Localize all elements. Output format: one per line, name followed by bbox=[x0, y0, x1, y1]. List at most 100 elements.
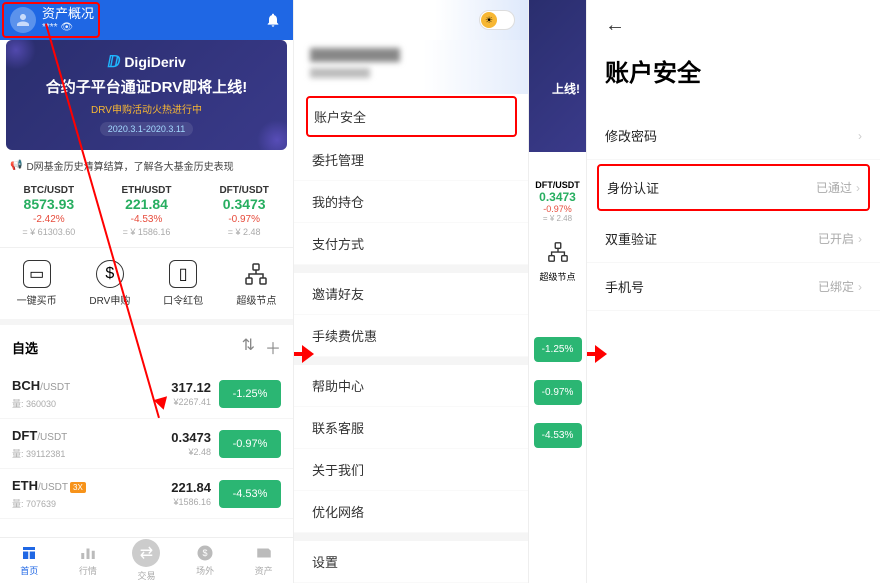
masked-username bbox=[310, 48, 400, 62]
tab-home[interactable]: 首页 bbox=[0, 538, 59, 583]
tab-trade[interactable]: ⇄ 交易 bbox=[117, 538, 176, 583]
action-node[interactable]: 超级节点 bbox=[220, 260, 293, 307]
tab-label: 场外 bbox=[196, 564, 214, 577]
tab-market[interactable]: 行情 bbox=[59, 538, 118, 583]
home-icon bbox=[20, 544, 38, 562]
ticker-fiat: = ¥ 61303.60 bbox=[0, 227, 98, 237]
bell-icon[interactable] bbox=[265, 12, 281, 33]
coin-row[interactable]: DFT/USDT 量: 39112381 0.3473 ¥2.48 -0.97% bbox=[0, 419, 293, 469]
drawer-user-info[interactable] bbox=[294, 40, 529, 94]
action-buy[interactable]: ▭ 一键买币 bbox=[0, 260, 73, 307]
page-title: 账户安全 bbox=[587, 43, 880, 112]
item-status: 已开启 bbox=[818, 230, 854, 247]
sort-icon[interactable]: ⇅ bbox=[242, 335, 255, 359]
add-icon[interactable]: ＋ bbox=[265, 335, 281, 359]
menu-payment[interactable]: 支付方式 bbox=[294, 223, 529, 265]
coin-row[interactable]: ETH/USDT3X 量: 707639 221.84 ¥1586.16 -4.… bbox=[0, 469, 293, 519]
menu-fee-discount[interactable]: 手续费优惠 bbox=[294, 315, 529, 357]
coin-volume: 量: 39112381 bbox=[12, 447, 131, 460]
coin-fiat: ¥2.48 bbox=[131, 447, 211, 457]
leverage-tag: 3X bbox=[70, 482, 86, 493]
ticker-price: 221.84 bbox=[98, 196, 196, 212]
dollar-circle-icon: $ bbox=[196, 544, 214, 562]
nav-bar: ← bbox=[587, 0, 880, 43]
background-peek: 上线! DFT/USDT 0.3473 -0.97% = ¥ 2.48 超级节点… bbox=[528, 0, 586, 583]
screen-account-security: ← 账户安全 修改密码 › 身份认证 已通过 › 双重验证 已开启 › 手机号 … bbox=[587, 0, 880, 583]
item-status: 已通过 bbox=[816, 179, 852, 196]
screen-drawer: ☀ 账户安全 委托管理 我的持仓 支付方式 邀请好友 手续费优惠 帮助中心 联系… bbox=[294, 0, 587, 583]
peek-banner-text: 上线! bbox=[552, 80, 580, 97]
exchange-icon: ⇄ bbox=[132, 539, 160, 567]
ticker-pair: ETH/USDT bbox=[98, 185, 196, 196]
nodes-icon bbox=[547, 241, 569, 263]
coin-name: DFT bbox=[12, 428, 37, 443]
menu-about[interactable]: 关于我们 bbox=[294, 449, 529, 491]
notice-bar[interactable]: D网基金历史清算结算，了解各大基金历史表现 bbox=[0, 150, 293, 181]
wallet-icon bbox=[255, 544, 273, 562]
back-icon[interactable]: ← bbox=[605, 14, 625, 36]
peek-badge: -0.97% bbox=[534, 380, 582, 405]
menu-account-security[interactable]: 账户安全 bbox=[306, 96, 517, 137]
coin-fiat: ¥2267.41 bbox=[131, 397, 211, 407]
change-badge: -4.53% bbox=[219, 480, 281, 508]
watchlist-header: 自选 ⇅ ＋ bbox=[0, 325, 293, 369]
peek-pair: DFT/USDT bbox=[529, 180, 586, 190]
change-badge: -0.97% bbox=[219, 430, 281, 458]
item-phone[interactable]: 手机号 已绑定 › bbox=[587, 263, 880, 311]
coin-volume: 量: 360030 bbox=[12, 397, 131, 410]
coin-pair: /USDT bbox=[38, 482, 68, 493]
item-label: 手机号 bbox=[605, 277, 818, 296]
ticker-change: -2.42% bbox=[0, 214, 98, 225]
chevron-right-icon: › bbox=[858, 232, 862, 246]
promo-banner[interactable]: ⅅDigiDeriv 合约子平台通证DRV即将上线! DRV申购活动火热进行中 … bbox=[6, 40, 287, 150]
banner-logo-text: DigiDeriv bbox=[124, 54, 185, 70]
drawer-header: ☀ bbox=[294, 0, 529, 40]
banner-headline: 合约子平台通证DRV即将上线! bbox=[6, 76, 287, 97]
theme-toggle[interactable]: ☀ bbox=[479, 10, 515, 30]
menu-settings[interactable]: 设置 bbox=[294, 541, 529, 583]
menu-holdings[interactable]: 我的持仓 bbox=[294, 181, 529, 223]
item-change-password[interactable]: 修改密码 › bbox=[587, 112, 880, 160]
phone-icon: ▯ bbox=[169, 260, 197, 288]
ticker-row: BTC/USDT 8573.93 -2.42% = ¥ 61303.60 ETH… bbox=[0, 181, 293, 248]
menu-help[interactable]: 帮助中心 bbox=[294, 365, 529, 407]
avatar-icon[interactable] bbox=[10, 7, 36, 33]
ticker-item[interactable]: ETH/USDT 221.84 -4.53% = ¥ 1586.16 bbox=[98, 185, 196, 237]
item-2fa[interactable]: 双重验证 已开启 › bbox=[587, 215, 880, 263]
chevron-right-icon: › bbox=[858, 280, 862, 294]
action-drv[interactable]: $ DRV申购 bbox=[73, 260, 146, 307]
action-label: 超级节点 bbox=[220, 292, 293, 307]
coin-name: BCH bbox=[12, 378, 40, 393]
banner-date: 2020.3.1-2020.3.11 bbox=[100, 122, 193, 136]
menu-network[interactable]: 优化网络 bbox=[294, 491, 529, 533]
menu-support[interactable]: 联系客服 bbox=[294, 407, 529, 449]
item-identity-verification[interactable]: 身份认证 已通过 › bbox=[597, 164, 870, 211]
masked-userid bbox=[310, 68, 370, 78]
card-icon: ▭ bbox=[23, 260, 51, 288]
screen-home: 资产概况 **** 👁 ⅅDigiDeriv 合约子平台通证DRV即将上线! D… bbox=[0, 0, 294, 583]
header-bar: 资产概况 **** 👁 bbox=[0, 0, 293, 40]
item-label: 身份认证 bbox=[607, 178, 816, 197]
coin-price: 0.3473 bbox=[131, 430, 211, 445]
coin-row[interactable]: BCH/USDT 量: 360030 317.12 ¥2267.41 -1.25… bbox=[0, 369, 293, 419]
tab-assets[interactable]: 资产 bbox=[234, 538, 293, 583]
action-label: 一键买币 bbox=[0, 292, 73, 307]
chevron-right-icon: › bbox=[856, 181, 860, 195]
action-label: 口令红包 bbox=[147, 292, 220, 307]
item-status: 已绑定 bbox=[818, 278, 854, 295]
balance-mask[interactable]: **** 👁 bbox=[42, 22, 94, 33]
ticker-price: 8573.93 bbox=[0, 196, 98, 212]
peek-price: 0.3473 bbox=[529, 190, 586, 204]
menu-invite[interactable]: 邀请好友 bbox=[294, 273, 529, 315]
peek-fiat: = ¥ 2.48 bbox=[529, 214, 586, 223]
tab-otc[interactable]: $ 场外 bbox=[176, 538, 235, 583]
item-label: 双重验证 bbox=[605, 229, 818, 248]
ticker-item[interactable]: DFT/USDT 0.3473 -0.97% = ¥ 2.48 bbox=[195, 185, 293, 237]
ticker-pair: DFT/USDT bbox=[195, 185, 293, 196]
bottom-tab-bar: 首页 行情 ⇄ 交易 $ 场外 资产 bbox=[0, 537, 293, 583]
menu-orders[interactable]: 委托管理 bbox=[294, 139, 529, 181]
dollar-icon: $ bbox=[96, 260, 124, 288]
ticker-item[interactable]: BTC/USDT 8573.93 -2.42% = ¥ 61303.60 bbox=[0, 185, 98, 237]
coin-price: 317.12 bbox=[131, 380, 211, 395]
action-redpacket[interactable]: ▯ 口令红包 bbox=[147, 260, 220, 307]
